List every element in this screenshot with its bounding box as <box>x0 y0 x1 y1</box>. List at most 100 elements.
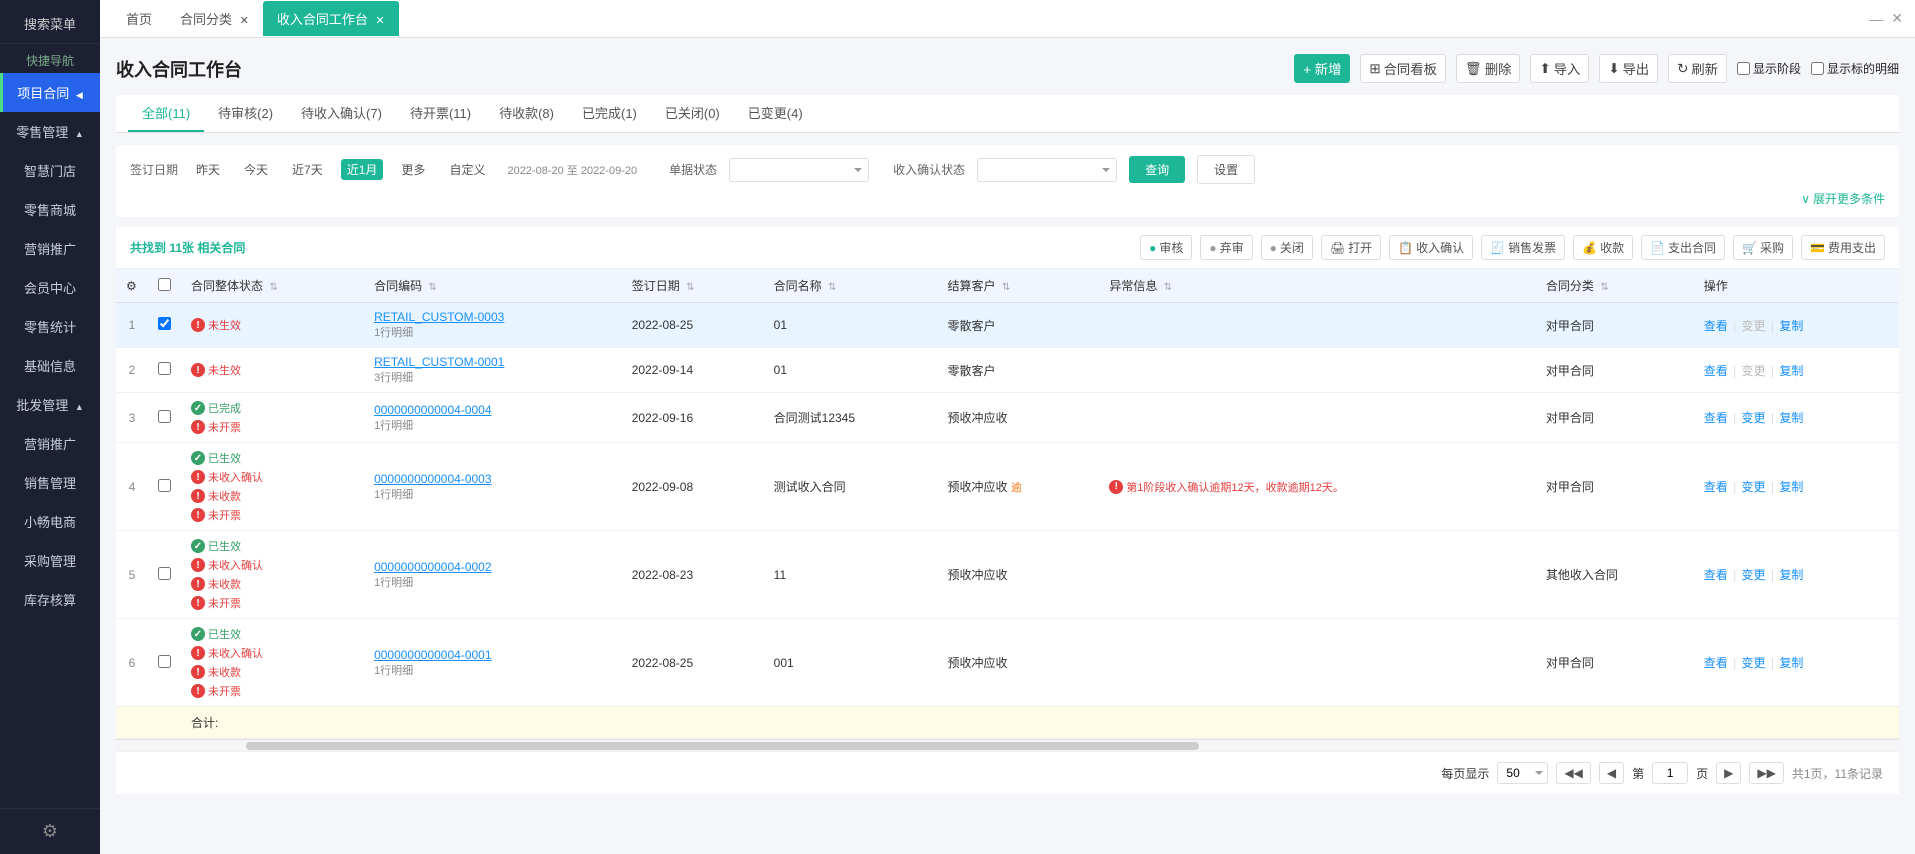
copy-btn-1[interactable]: 复制 <box>1779 364 1803 378</box>
sidebar-item-purchase[interactable]: 采购管理 <box>0 541 100 580</box>
sort-name-icon[interactable]: ⇅ <box>828 282 836 293</box>
change-btn-2[interactable]: 变更 <box>1742 411 1766 425</box>
purchase-btn[interactable]: 🛒 采购 <box>1733 235 1793 260</box>
query-button[interactable]: 查询 <box>1129 156 1185 183</box>
view-btn-0[interactable]: 查看 <box>1704 319 1728 333</box>
row-checkbox[interactable] <box>148 443 181 531</box>
sort-error-icon[interactable]: ⇅ <box>1164 282 1172 293</box>
copy-btn-2[interactable]: 复制 <box>1779 411 1803 425</box>
col-settings[interactable]: ⚙ <box>116 269 148 303</box>
select-all-checkbox[interactable] <box>158 278 171 291</box>
expand-button[interactable]: ∨ 展开更多条件 <box>1801 190 1885 207</box>
kanban-button[interactable]: ⊞ 合同看板 <box>1360 54 1445 83</box>
row-checkbox[interactable] <box>148 348 181 393</box>
export-button[interactable]: ⬇ 导出 <box>1599 54 1658 83</box>
date-last7[interactable]: 近7天 <box>286 159 329 180</box>
per-page-select[interactable]: 50 10 20 100 <box>1497 762 1548 784</box>
view-btn-5[interactable]: 查看 <box>1704 656 1728 670</box>
sidebar-item-retail[interactable]: 零售管理 ▲ <box>0 112 100 151</box>
code-link-1[interactable]: RETAIL_CUSTOM-0001 <box>374 355 504 369</box>
import-button[interactable]: ⬆ 导入 <box>1530 54 1589 83</box>
sidebar-item-member[interactable]: 会员中心 <box>0 268 100 307</box>
invoice-btn[interactable]: 🧾 销售发票 <box>1481 235 1565 260</box>
doc-status-select[interactable] <box>729 158 869 182</box>
show-detail-input[interactable] <box>1811 62 1824 75</box>
sidebar-item-wholesale[interactable]: 批发管理 ▲ <box>0 385 100 424</box>
sidebar-quick-nav[interactable]: 快捷导航 <box>0 44 100 73</box>
refresh-button[interactable]: ↻ 刷新 <box>1668 54 1727 83</box>
status-tab-done[interactable]: 已完成(1) <box>568 95 651 132</box>
sidebar-search[interactable]: 搜索菜单 <box>0 0 100 44</box>
print-btn[interactable]: 🖨 打开 <box>1321 235 1381 260</box>
out-contract-btn[interactable]: 📄 支出合同 <box>1641 235 1725 260</box>
tab-close-contract-type[interactable]: ✕ <box>240 15 249 27</box>
gear-icon[interactable]: ⚙ <box>42 821 58 841</box>
show-stage-checkbox[interactable]: 显示阶段 <box>1737 60 1801 77</box>
view-btn-4[interactable]: 查看 <box>1704 568 1728 582</box>
scrollbar-thumb[interactable] <box>246 742 1199 750</box>
tab-contract-type[interactable]: 合同分类 ✕ <box>166 1 263 36</box>
sidebar-item-basic[interactable]: 基础信息 <box>0 346 100 385</box>
status-tab-closed[interactable]: 已关闭(0) <box>651 95 734 132</box>
show-stage-input[interactable] <box>1737 62 1750 75</box>
settings-icon[interactable]: ⚙ <box>126 279 137 293</box>
new-button[interactable]: + 新增 <box>1294 54 1350 83</box>
status-tab-pending-review[interactable]: 待审核(2) <box>204 95 287 132</box>
date-today[interactable]: 今天 <box>238 159 274 180</box>
view-btn-3[interactable]: 查看 <box>1704 480 1728 494</box>
code-link[interactable]: RETAIL_CUSTOM-0003 <box>374 310 504 324</box>
sidebar-item-marketing2[interactable]: 营销推广 <box>0 424 100 463</box>
copy-btn-4[interactable]: 复制 <box>1779 568 1803 582</box>
income-confirm-btn[interactable]: 📋 收入确认 <box>1389 235 1473 260</box>
date-custom[interactable]: 自定义 <box>443 159 491 180</box>
sidebar-item-sales[interactable]: 销售管理 <box>0 463 100 502</box>
sidebar-item-stats[interactable]: 零售统计 <box>0 307 100 346</box>
page-input[interactable] <box>1652 762 1688 784</box>
change-btn-0[interactable]: 变更 <box>1742 319 1766 333</box>
sidebar-item-online-store[interactable]: 零售商城 <box>0 190 100 229</box>
sort-code-icon[interactable]: ⇅ <box>428 282 436 293</box>
payment-btn[interactable]: 💰 收款 <box>1573 235 1633 260</box>
setting-button[interactable]: 设置 <box>1197 155 1255 184</box>
status-tab-changed[interactable]: 已变更(4) <box>734 95 817 132</box>
first-page-button[interactable]: ◀◀ <box>1556 762 1590 784</box>
code-link-3[interactable]: 0000000000004-0003 <box>374 472 491 486</box>
sidebar-item-smart-store[interactable]: 智慧门店 <box>0 151 100 190</box>
copy-btn-3[interactable]: 复制 <box>1779 480 1803 494</box>
sort-type-icon[interactable]: ⇅ <box>1600 282 1608 293</box>
status-tab-pending-payment[interactable]: 待收款(8) <box>485 95 568 132</box>
change-btn-5[interactable]: 变更 <box>1742 656 1766 670</box>
code-link-2[interactable]: 0000000000004-0004 <box>374 403 491 417</box>
change-btn-1[interactable]: 变更 <box>1742 364 1766 378</box>
tab-income-workbench[interactable]: 收入合同工作台 ✕ <box>263 1 399 36</box>
view-btn-2[interactable]: 查看 <box>1704 411 1728 425</box>
last-page-button[interactable]: ▶▶ <box>1749 762 1783 784</box>
tab-close-income-workbench[interactable]: ✕ <box>376 15 385 27</box>
minimize-button[interactable]: — <box>1869 11 1883 27</box>
prev-page-button[interactable]: ◀ <box>1599 762 1624 784</box>
col-checkbox[interactable] <box>148 269 181 303</box>
sidebar-item-inventory[interactable]: 库存核算 <box>0 580 100 619</box>
close-button[interactable]: ✕ <box>1891 10 1903 27</box>
tab-home[interactable]: 首页 <box>112 1 166 36</box>
sidebar-item-ecom[interactable]: 小畅电商 <box>0 502 100 541</box>
code-link-4[interactable]: 0000000000004-0002 <box>374 560 491 574</box>
income-confirm-select[interactable] <box>977 158 1117 182</box>
row-checkbox[interactable] <box>148 531 181 619</box>
sidebar-item-project[interactable]: 项目合同 ◀ <box>0 73 100 112</box>
date-more[interactable]: 更多 <box>395 159 431 180</box>
change-btn-3[interactable]: 变更 <box>1742 480 1766 494</box>
change-btn-4[interactable]: 变更 <box>1742 568 1766 582</box>
expense-btn[interactable]: 💳 费用支出 <box>1801 235 1885 260</box>
delete-button[interactable]: 🗑 删除 <box>1456 54 1521 83</box>
row-checkbox[interactable] <box>148 619 181 707</box>
sort-status-icon[interactable]: ⇅ <box>269 282 277 293</box>
status-tab-all[interactable]: 全部(11) <box>128 95 204 132</box>
code-link-5[interactable]: 0000000000004-0001 <box>374 648 491 662</box>
sort-date-icon[interactable]: ⇅ <box>686 282 694 293</box>
copy-btn-0[interactable]: 复制 <box>1779 319 1803 333</box>
row-checkbox[interactable] <box>148 303 181 348</box>
copy-btn-5[interactable]: 复制 <box>1779 656 1803 670</box>
view-btn-1[interactable]: 查看 <box>1704 364 1728 378</box>
close-btn[interactable]: ● 关闭 <box>1261 235 1313 260</box>
